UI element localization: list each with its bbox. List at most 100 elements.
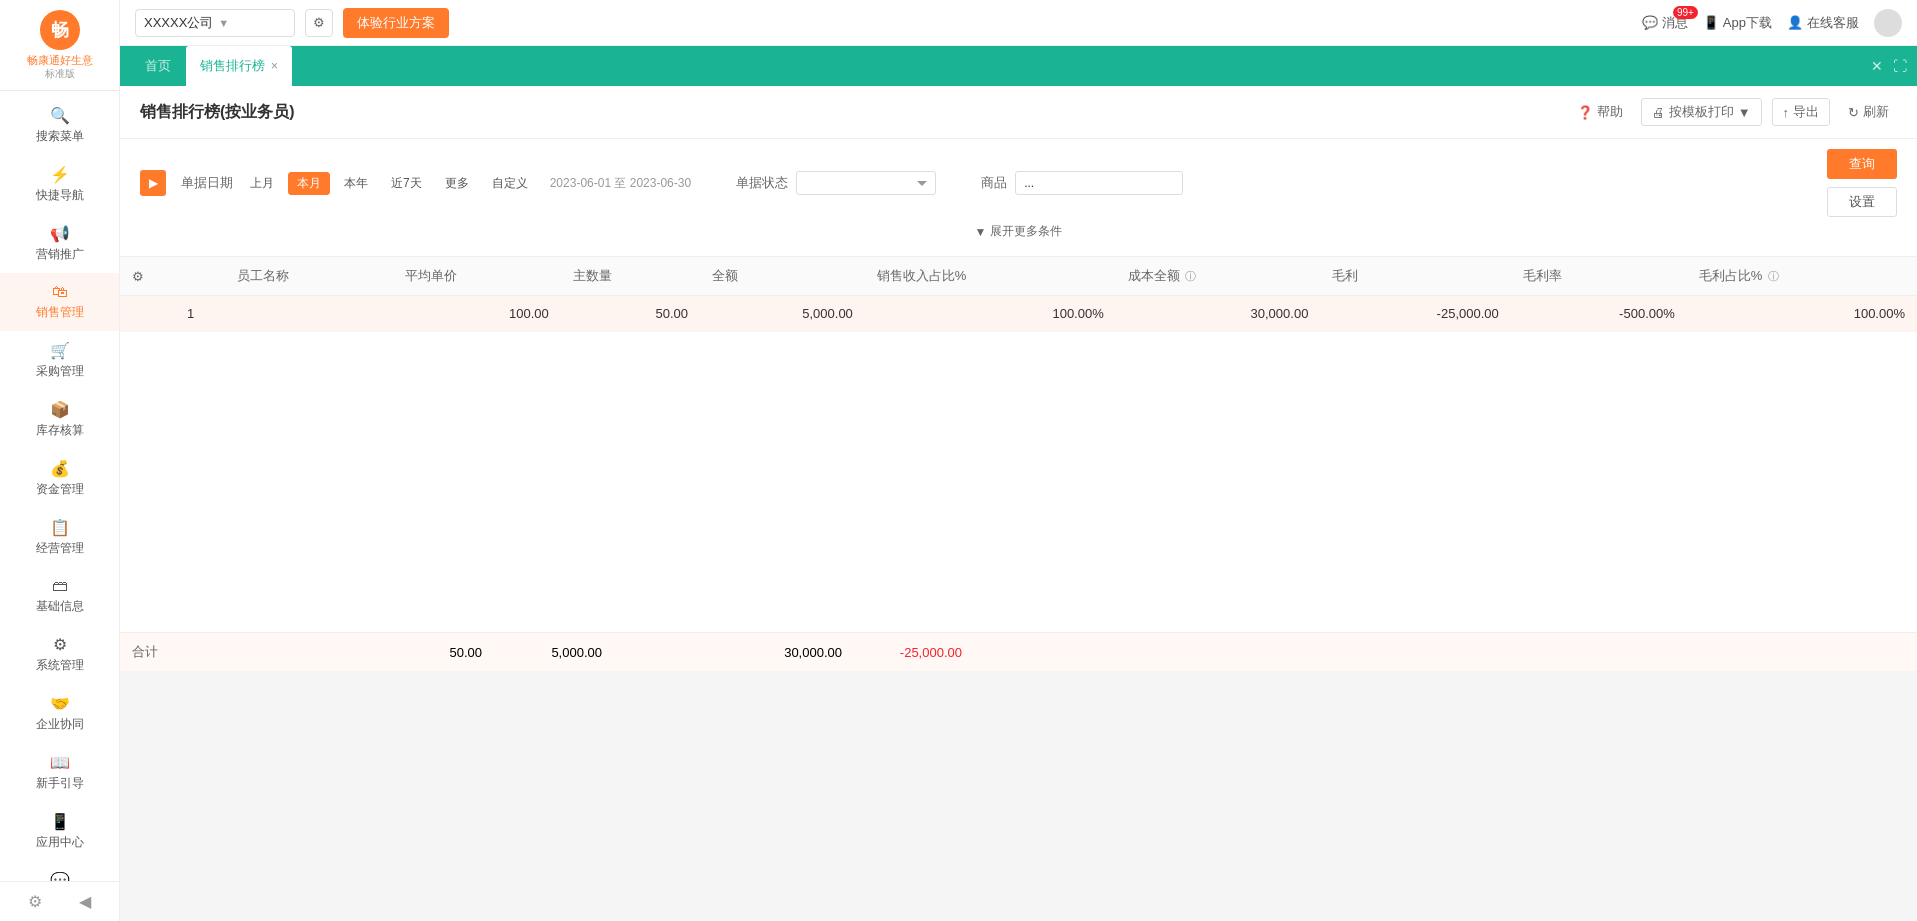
date-btn-本年[interactable]: 本年	[335, 172, 377, 195]
date-btn-自定义[interactable]: 自定义	[483, 172, 537, 195]
col-cost: 成本全额 ⓘ	[1116, 257, 1321, 296]
marketing-label: 营销推广	[36, 246, 84, 263]
sidebar-item-purchase[interactable]: 🛒 采购管理	[0, 331, 119, 390]
sidebar-item-quick-nav[interactable]: ⚡ 快捷导航	[0, 155, 119, 214]
inventory-label: 库存核算	[36, 422, 84, 439]
print-btn[interactable]: 🖨 按模板打印 ▼	[1641, 98, 1762, 126]
main-area: XXXXX公司 ▼ ⚙ 体验行业方案 💬 消息 99+ 📱 App下载 👤 在线…	[120, 0, 1917, 921]
avatar[interactable]	[1874, 9, 1902, 37]
download-icon: 📱	[1703, 15, 1719, 30]
profit-pct-info-icon[interactable]: ⓘ	[1768, 270, 1779, 282]
footer-quantity: 50.00	[402, 645, 482, 660]
filter-toggle-btn[interactable]: ▶	[140, 170, 166, 196]
sidebar-item-wechat[interactable]: 💬 企业微信	[0, 861, 119, 881]
date-btn-本月[interactable]: 本月	[288, 172, 330, 195]
page-content: 销售排行榜(按业务员) ❓ 帮助 🖨 按模板打印 ▼ ↑ 导出 ↻ 刷新	[120, 86, 1917, 921]
expand-btn[interactable]: ▼ 展开更多条件	[975, 223, 1063, 240]
table-head: ⚙ 员工名称 平均单价 主数量 全额 销售收入占比% 成本全额 ⓘ 毛利 毛利率…	[120, 257, 1917, 296]
message-badge: 99+	[1673, 6, 1698, 19]
date-btn-近7天[interactable]: 近7天	[382, 172, 431, 195]
col-avg-price: 平均单价	[393, 257, 561, 296]
footer-amount: 5,000.00	[502, 645, 602, 660]
date-btn-上月[interactable]: 上月	[241, 172, 283, 195]
maximize-icon[interactable]: ⛶	[1893, 58, 1907, 74]
app-center-label: 应用中心	[36, 834, 84, 851]
sidebar-item-collab[interactable]: 🤝 企业协同	[0, 684, 119, 743]
page-header: 销售排行榜(按业务员) ❓ 帮助 🖨 按模板打印 ▼ ↑ 导出 ↻ 刷新	[120, 86, 1917, 139]
message-btn[interactable]: 💬 消息 99+	[1642, 14, 1688, 32]
sidebar-item-marketing[interactable]: 📢 营销推广	[0, 214, 119, 273]
tab-home[interactable]: 首页	[130, 46, 186, 86]
topbar-right: 💬 消息 99+ 📱 App下载 👤 在线客服	[1642, 9, 1902, 37]
close-window-icon[interactable]: ✕	[1871, 58, 1883, 74]
company-selector[interactable]: XXXXX公司 ▼	[135, 9, 295, 37]
sidebar-bottom: ⚙ ◀	[0, 881, 119, 921]
sidebar-item-inventory[interactable]: 📦 库存核算	[0, 390, 119, 449]
sidebar-item-search[interactable]: 🔍 搜索菜单	[0, 96, 119, 155]
wechat-icon: 💬	[50, 871, 70, 881]
col-profit-pct: 毛利占比% ⓘ	[1687, 257, 1917, 296]
basic-info-icon: 🗃	[52, 577, 68, 595]
online-service-btn[interactable]: 👤 在线客服	[1787, 14, 1859, 32]
sidebar-item-app-center[interactable]: 📱 应用中心	[0, 802, 119, 861]
query-btn[interactable]: 查询	[1827, 149, 1897, 179]
sidebar-item-guide[interactable]: 📖 新手引导	[0, 743, 119, 802]
date-btn-更多[interactable]: 更多	[436, 172, 478, 195]
service-icon: 👤	[1787, 15, 1803, 30]
tab-label: 销售排行榜	[200, 57, 265, 75]
row-profit-pct: 100.00%	[1687, 296, 1917, 332]
help-btn[interactable]: ❓ 帮助	[1569, 99, 1631, 125]
table-container: ⚙ 员工名称 平均单价 主数量 全额 销售收入占比% 成本全额 ⓘ 毛利 毛利率…	[120, 257, 1917, 332]
help-icon: ❓	[1577, 105, 1593, 120]
sales-icon: 🛍	[52, 283, 68, 301]
refresh-icon: ↻	[1848, 105, 1859, 120]
quick-nav-label: 快捷导航	[36, 187, 84, 204]
system-label: 系统管理	[36, 657, 84, 674]
company-settings-icon[interactable]: ⚙	[305, 9, 333, 37]
industry-btn[interactable]: 体验行业方案	[343, 8, 449, 38]
row-quantity: 50.00	[561, 296, 700, 332]
finance-icon: 💰	[50, 459, 70, 478]
sidebar-item-finance[interactable]: 💰 资金管理	[0, 449, 119, 508]
quick-nav-icon: ⚡	[50, 165, 70, 184]
col-profit: 毛利	[1320, 257, 1510, 296]
sidebar-item-sales[interactable]: 🛍 销售管理	[0, 273, 119, 331]
table-header-row: ⚙ 员工名称 平均单价 主数量 全额 销售收入占比% 成本全额 ⓘ 毛利 毛利率…	[120, 257, 1917, 296]
cost-info-icon[interactable]: ⓘ	[1185, 270, 1196, 282]
row-cost: 30,000.00	[1116, 296, 1321, 332]
status-select[interactable]	[796, 171, 936, 195]
tab-sales-ranking[interactable]: 销售排行榜 ×	[186, 46, 292, 86]
col-name: 员工名称	[225, 257, 393, 296]
settings-bottom-icon[interactable]: ⚙	[28, 892, 42, 911]
page-actions: ❓ 帮助 🖨 按模板打印 ▼ ↑ 导出 ↻ 刷新	[1569, 98, 1897, 126]
goods-input[interactable]	[1015, 171, 1183, 195]
app-download-label: App下载	[1723, 14, 1772, 32]
collapse-icon[interactable]: ◀	[79, 892, 91, 911]
sidebar-item-basic-info[interactable]: 🗃 基础信息	[0, 567, 119, 625]
expand-label: 展开更多条件	[990, 223, 1062, 240]
date-label: 单据日期	[181, 174, 233, 192]
date-filter: 单据日期 上月本月本年近7天更多自定义 2023-06-01 至 2023-06…	[181, 172, 691, 195]
online-service-label: 在线客服	[1807, 14, 1859, 32]
sidebar-item-system[interactable]: ⚙ 系统管理	[0, 625, 119, 684]
collab-icon: 🤝	[50, 694, 70, 713]
collab-label: 企业协同	[36, 716, 84, 733]
table-empty-area	[120, 332, 1917, 632]
settings-btn[interactable]: 设置	[1827, 187, 1897, 217]
app-download-btn[interactable]: 📱 App下载	[1703, 14, 1772, 32]
purchase-label: 采购管理	[36, 363, 84, 380]
table-body: 1 100.00 50.00 5,000.00 100.00% 30,000.0…	[120, 296, 1917, 332]
search-icon: 🔍	[50, 106, 70, 125]
tabbar-right: ✕ ⛶	[1871, 58, 1907, 74]
export-btn[interactable]: ↑ 导出	[1772, 98, 1831, 126]
finance-label: 资金管理	[36, 481, 84, 498]
tabbar: 首页 销售排行榜 × ✕ ⛶	[120, 46, 1917, 86]
sidebar-menu: 🔍 搜索菜单 ⚡ 快捷导航 📢 营销推广 🛍 销售管理 🛒 采购管理 📦 库存核…	[0, 91, 119, 881]
refresh-btn[interactable]: ↻ 刷新	[1840, 99, 1897, 125]
sidebar-item-operation[interactable]: 📋 经营管理	[0, 508, 119, 567]
operation-icon: 📋	[50, 518, 70, 537]
footer-label: 合计	[132, 643, 162, 661]
row-profit-rate: -500.00%	[1511, 296, 1687, 332]
expand-icon: ▼	[975, 225, 987, 239]
tab-close-icon[interactable]: ×	[271, 59, 278, 73]
